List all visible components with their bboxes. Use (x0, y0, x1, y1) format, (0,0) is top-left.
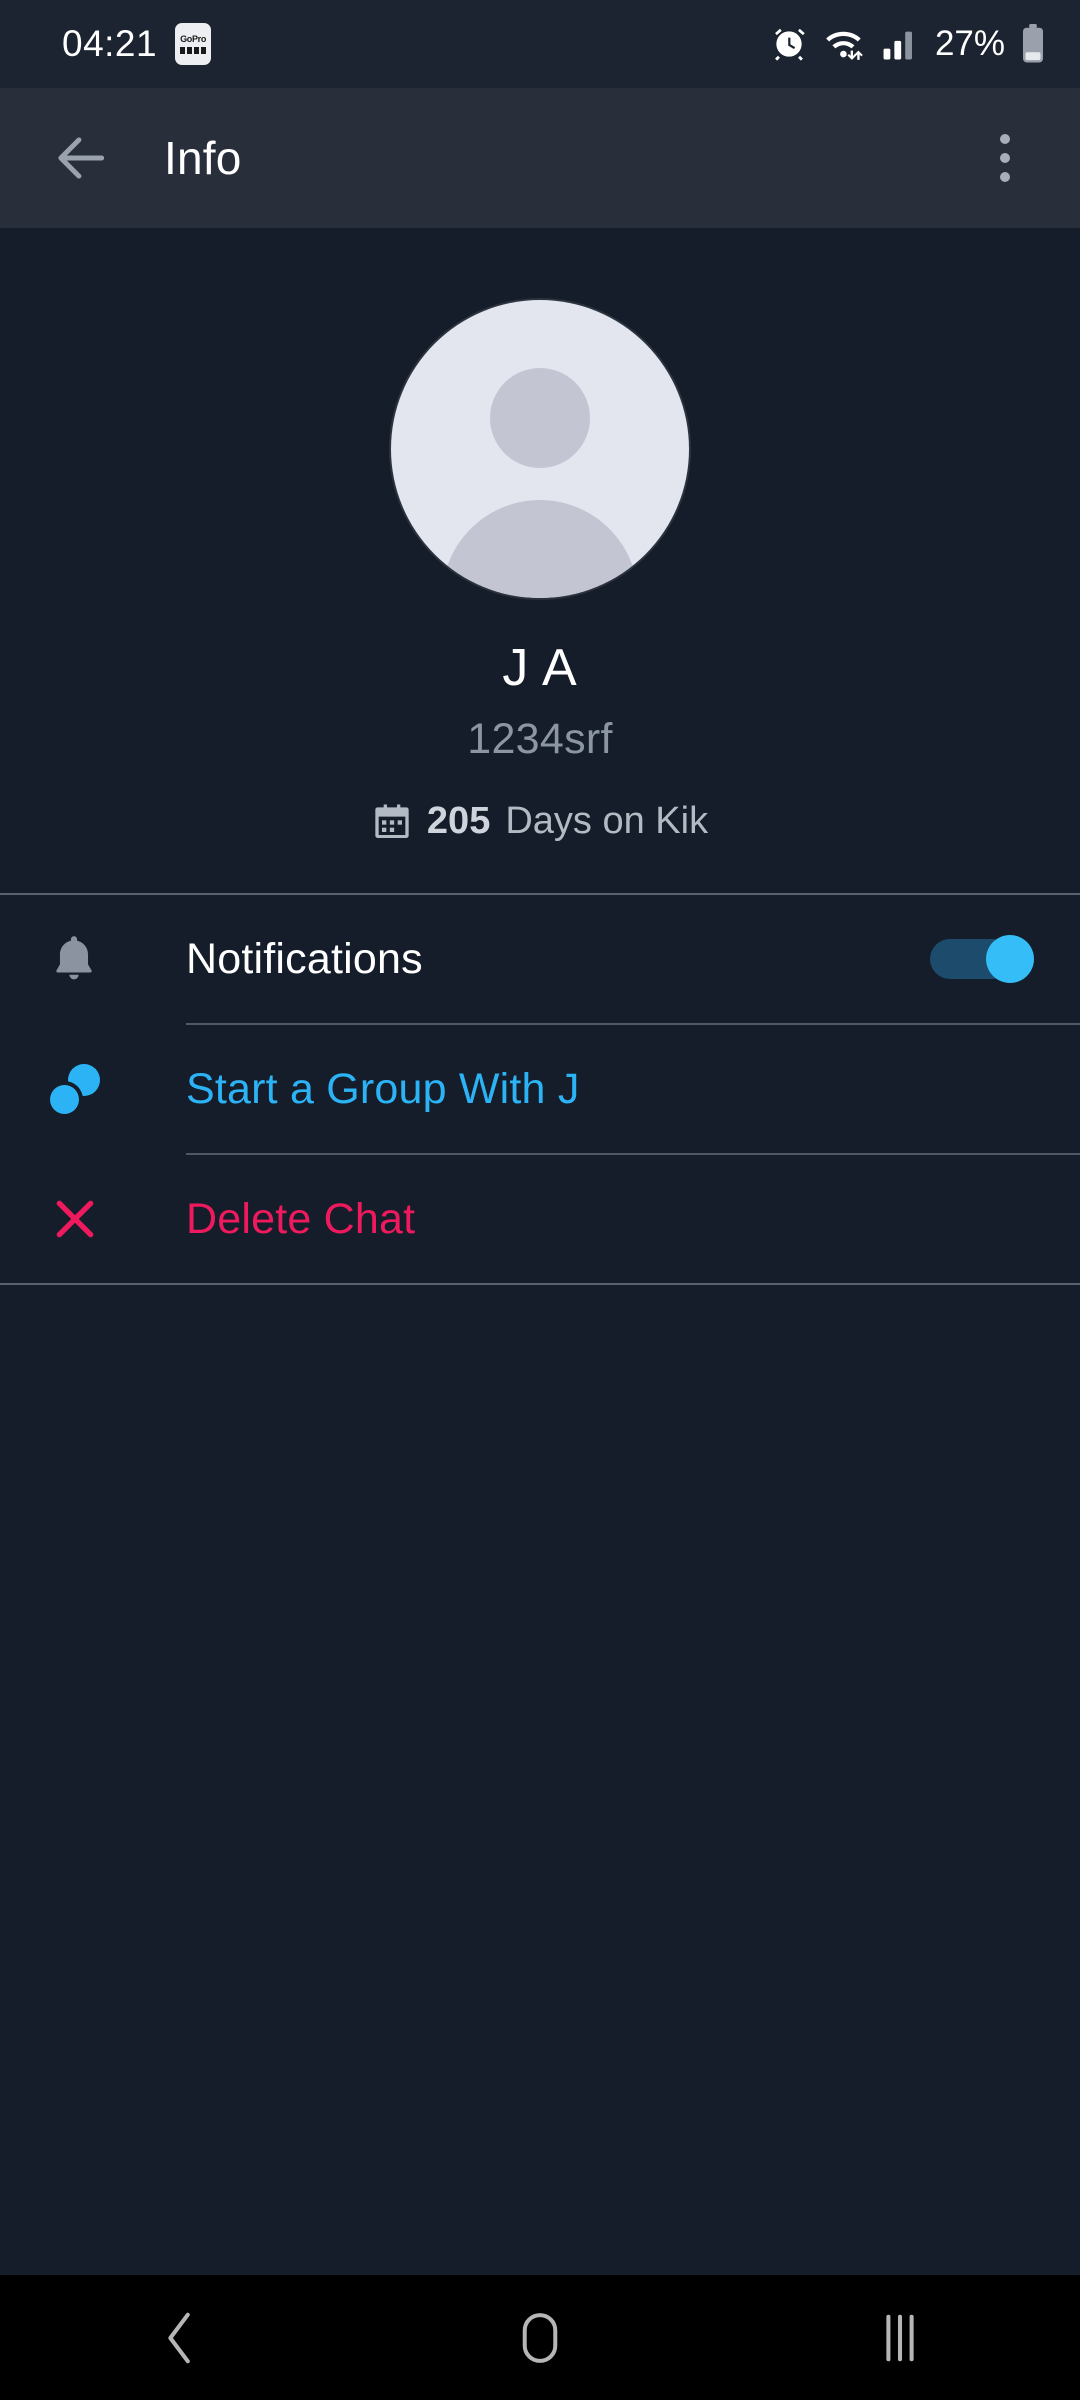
status-bar-left: 04:21 GoPro (62, 23, 212, 65)
toggle-thumb (986, 935, 1034, 983)
nav-back-button[interactable] (80, 2275, 280, 2400)
option-label-notifications: Notifications (186, 934, 423, 983)
recents-nav-icon (886, 2314, 914, 2361)
profile-display-name: J A (502, 639, 578, 697)
avatar[interactable] (391, 300, 689, 598)
gopro-icon-label: GoPro (180, 33, 207, 44)
back-arrow-icon (58, 137, 105, 179)
status-bar: 04:21 GoPro 27% (0, 0, 1080, 88)
days-on-kik-count: 205 (426, 800, 491, 842)
battery-percentage: 27% (934, 24, 1005, 63)
back-nav-icon (168, 2312, 190, 2363)
bell-icon (56, 936, 92, 980)
close-x-icon (56, 1200, 94, 1238)
delete-chat-icon-slot (50, 1194, 130, 1244)
nav-home-button[interactable] (440, 2275, 640, 2400)
option-list: Notifications Start a Group With J Delet… (0, 893, 1080, 1285)
group-people-icon (50, 1064, 100, 1114)
start-group-icon-slot (50, 1064, 130, 1114)
home-nav-icon (522, 2312, 558, 2363)
empty-content-area (0, 1285, 1080, 2275)
back-button[interactable] (44, 121, 118, 195)
page-title: Info (164, 132, 242, 184)
option-label-start-group: Start a Group With J (186, 1064, 580, 1113)
overflow-menu-icon-dot-1 (1000, 134, 1010, 144)
option-label-delete-chat: Delete Chat (186, 1194, 416, 1243)
wifi-transfer-icon (826, 31, 863, 60)
profile-username: 1234srf (467, 715, 613, 763)
battery-icon (1023, 24, 1043, 63)
status-bar-clock: 04:21 (62, 23, 158, 64)
phone-screen: 04:21 GoPro 27% Info J A 1234srf 205 Day… (0, 0, 1080, 2400)
notifications-toggle[interactable] (930, 935, 1034, 983)
gopro-notification-icon: GoPro (175, 23, 212, 65)
alarm-clock-icon (775, 28, 805, 61)
overflow-menu-button[interactable] (970, 117, 1040, 199)
overflow-menu-icon-dot-2 (1000, 153, 1010, 163)
avatar-body-shape (442, 500, 638, 598)
calendar-icon (375, 804, 409, 838)
option-row-notifications[interactable]: Notifications (0, 895, 1080, 1023)
days-on-kik-row: 205 Days on Kik (372, 800, 708, 843)
nav-recents-button[interactable] (800, 2275, 1000, 2400)
app-bar: Info (0, 88, 1080, 228)
status-bar-right: 27% (770, 24, 1046, 64)
option-row-start-group[interactable]: Start a Group With J (0, 1025, 1080, 1153)
option-row-delete-chat[interactable]: Delete Chat (0, 1155, 1080, 1283)
notifications-icon-slot (50, 934, 130, 984)
days-on-kik-label: Days on Kik (505, 800, 709, 842)
profile-header: J A 1234srf 205 Days on Kik (0, 228, 1080, 893)
gopro-icon-bars (180, 46, 207, 54)
cellular-signal-icon (883, 31, 912, 60)
overflow-menu-icon-dot-3 (1000, 172, 1010, 182)
avatar-head-shape (490, 368, 590, 468)
group-icon-circle-small (50, 1085, 79, 1114)
android-navigation-bar (0, 2275, 1080, 2400)
